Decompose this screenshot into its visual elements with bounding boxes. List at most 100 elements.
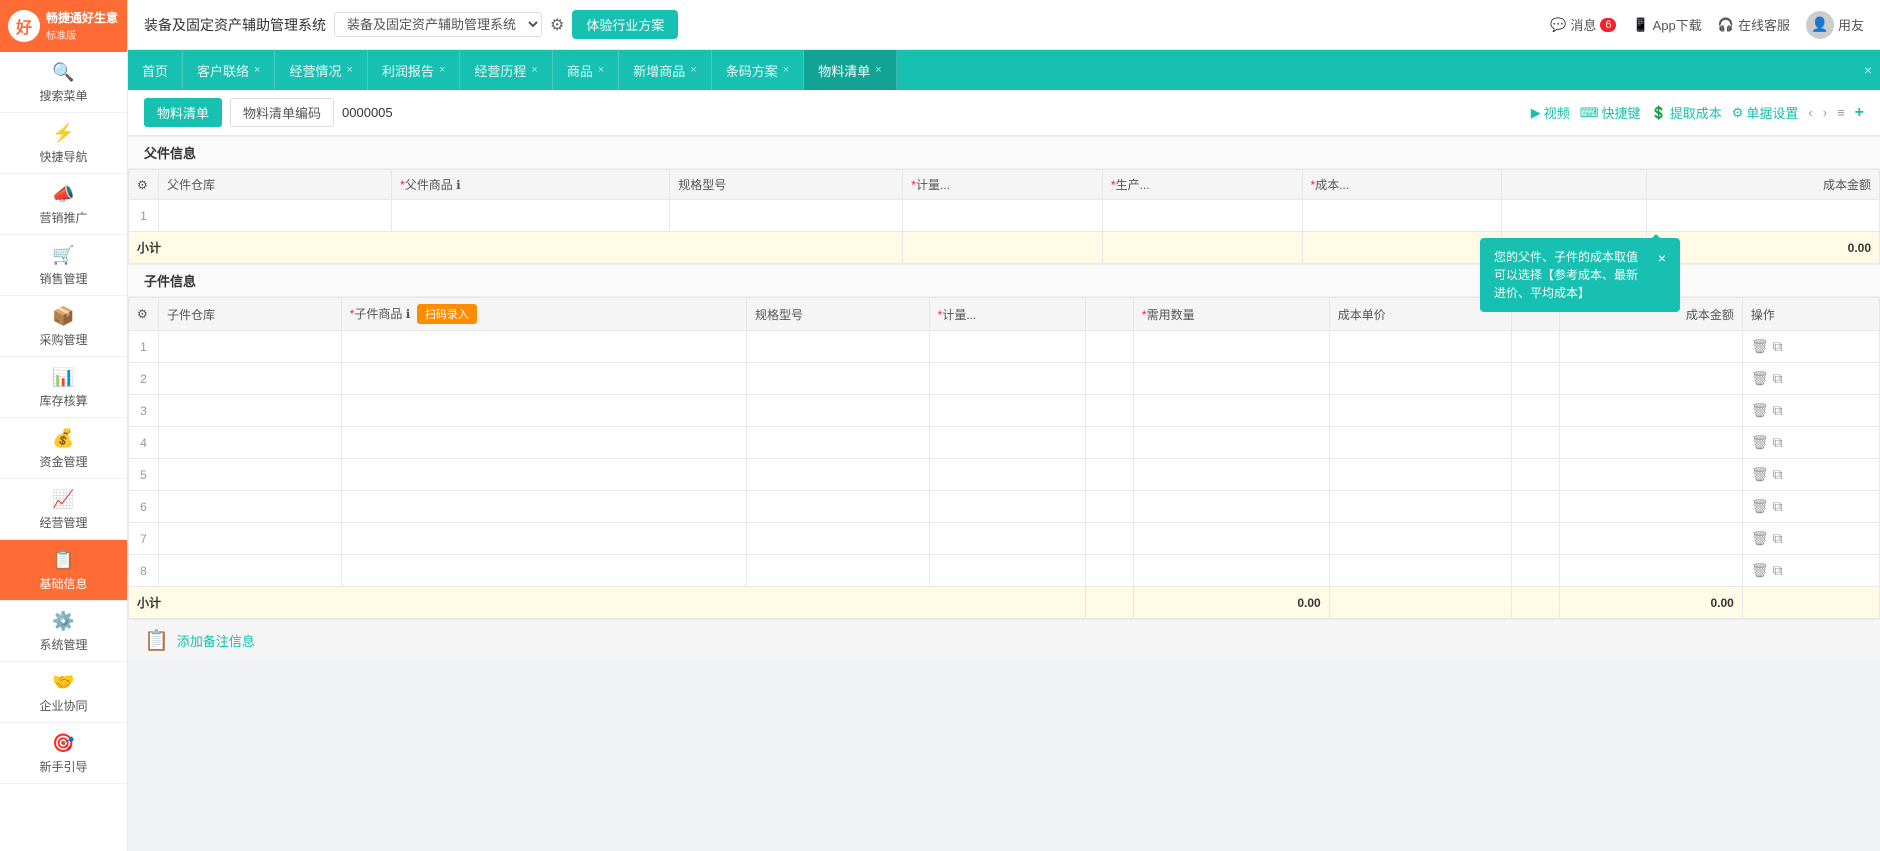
copy-icon-2[interactable]: ⧉	[1773, 370, 1783, 387]
child-warehouse-2[interactable]	[159, 363, 342, 395]
scan-input-btn[interactable]: 扫码录入	[417, 304, 477, 324]
child-qty-1[interactable]	[1133, 331, 1329, 363]
tab-products[interactable]: 商品 ×	[553, 50, 619, 90]
user-menu-btn[interactable]: 👤 用友	[1806, 11, 1864, 39]
view-btn[interactable]: ▶ 视频	[1531, 103, 1570, 122]
child-warehouse-1[interactable]	[159, 331, 342, 363]
tab-new-product[interactable]: 新增商品 ×	[619, 50, 711, 90]
tab-products-close[interactable]: ×	[598, 64, 604, 76]
child-product-1[interactable]	[341, 331, 746, 363]
topbar-left: 装备及固定资产辅助管理系统 装备及固定资产辅助管理系统 ⚙ 体验行业方案	[144, 10, 678, 39]
page-content: 物料清单 物料清单编码 0000005 ▶ 视频 ⌨ 快捷键 💲 提取成本 ⚙ …	[128, 90, 1880, 851]
tab-operations-close[interactable]: ×	[346, 64, 352, 76]
child-product-2[interactable]	[341, 363, 746, 395]
tab-barcode-close[interactable]: ×	[783, 64, 789, 76]
sidebar-item-guide[interactable]: 🎯 新手引导	[0, 723, 127, 784]
app-download-btn[interactable]: 📱 App下载	[1632, 15, 1701, 34]
delete-icon-1[interactable]: 🗑	[1751, 338, 1769, 355]
parent-unit-cell[interactable]	[903, 200, 1103, 232]
list-view-btn[interactable]: ≡	[1837, 105, 1845, 120]
sub-tab-bom[interactable]: 物料清单	[144, 98, 222, 127]
sidebar-item-marketing[interactable]: 📣 营销推广	[0, 174, 127, 235]
child-th-settings[interactable]: ⚙	[129, 298, 159, 331]
copy-icon-3[interactable]: ⧉	[1773, 402, 1783, 419]
child-spec-2[interactable]	[746, 363, 929, 395]
parent-th-spec: 规格型号	[670, 170, 903, 200]
sidebar-item-inventory[interactable]: 📊 库存核算	[0, 357, 127, 418]
tab-new-product-label: 新增商品	[633, 61, 685, 80]
sidebar-item-sales[interactable]: 🛒 销售管理	[0, 235, 127, 296]
delete-icon-4[interactable]: 🗑	[1751, 434, 1769, 451]
online-service-btn[interactable]: 🎧 在线客服	[1718, 15, 1790, 34]
settings-icon[interactable]: ⚙	[550, 15, 564, 35]
message-label: 消息	[1570, 15, 1596, 34]
next-btn[interactable]: ›	[1823, 105, 1827, 120]
tab-bom-close[interactable]: ×	[875, 64, 881, 76]
tab-bom[interactable]: 物料清单 ×	[804, 50, 896, 90]
tab-history[interactable]: 经营历程 ×	[460, 50, 552, 90]
tab-new-product-close[interactable]: ×	[690, 64, 696, 76]
tab-profit-close[interactable]: ×	[439, 64, 445, 76]
parent-spec-cell[interactable]	[670, 200, 903, 232]
delete-icon-2[interactable]: 🗑	[1751, 370, 1769, 387]
parent-cost-cell[interactable]	[1302, 200, 1502, 232]
delete-icon-5[interactable]: 🗑	[1751, 466, 1769, 483]
copy-icon-1[interactable]: ⧉	[1773, 338, 1783, 355]
close-all-btn[interactable]: ×	[1856, 62, 1880, 78]
message-btn[interactable]: 💬 消息 6	[1550, 15, 1616, 34]
sidebar-item-search[interactable]: 🔍 搜索菜单	[0, 52, 127, 113]
sidebar-item-label: 销售管理	[39, 270, 87, 287]
system-selector[interactable]: 装备及固定资产辅助管理系统	[334, 12, 542, 37]
notes-icon: 📋	[144, 628, 169, 653]
shortcut-btn[interactable]: ⌨ 快捷键	[1580, 103, 1641, 122]
child-unit-cost-2[interactable]	[1329, 363, 1512, 395]
tooltip-close-btn[interactable]: ×	[1658, 248, 1666, 269]
child-subtotal-label: 小计	[129, 587, 1086, 619]
child-unit-2[interactable]	[929, 363, 1085, 395]
tab-home[interactable]: 首页	[128, 50, 183, 90]
delete-icon-3[interactable]: 🗑	[1751, 402, 1769, 419]
page-footer[interactable]: 📋 添加备注信息	[128, 619, 1880, 661]
tab-operations[interactable]: 经营情况 ×	[275, 50, 367, 90]
parent-production-cell[interactable]	[1102, 200, 1302, 232]
copy-icon-8[interactable]: ⧉	[1773, 562, 1783, 579]
sidebar-item-purchase[interactable]: 📦 采购管理	[0, 296, 127, 357]
child-unit-cost-1[interactable]	[1329, 331, 1512, 363]
parent-subtotal-mid1	[1102, 232, 1302, 264]
doc-settings-btn[interactable]: ⚙ 单据设置	[1732, 103, 1799, 122]
child-unit-1[interactable]	[929, 331, 1085, 363]
prev-btn[interactable]: ‹	[1808, 105, 1812, 120]
delete-icon-7[interactable]: 🗑	[1751, 530, 1769, 547]
extract-cost-btn[interactable]: 💲 提取成本	[1651, 103, 1722, 122]
child-row-2: 2 🗑	[129, 363, 1880, 395]
delete-icon-6[interactable]: 🗑	[1751, 498, 1769, 515]
parent-product-cell[interactable]	[392, 200, 670, 232]
tab-barcode[interactable]: 条码方案 ×	[712, 50, 804, 90]
tab-customers-label: 客户联络	[197, 61, 249, 80]
child-th-product: *子件商品 ℹ 扫码录入	[341, 298, 746, 331]
sidebar-item-collab[interactable]: 🤝 企业协同	[0, 662, 127, 723]
sidebar-item-basic[interactable]: 📋 基础信息	[0, 540, 127, 601]
delete-icon-8[interactable]: 🗑	[1751, 562, 1769, 579]
copy-icon-5[interactable]: ⧉	[1773, 466, 1783, 483]
sidebar-item-operation[interactable]: 📈 经营管理	[0, 479, 127, 540]
parent-th-settings[interactable]: ⚙	[129, 170, 159, 200]
sub-tab-bom-code[interactable]: 物料清单编码	[230, 98, 334, 127]
sidebar-item-finance[interactable]: 💰 资金管理	[0, 418, 127, 479]
child-subtotal-cost: 0.00	[1560, 587, 1743, 619]
trial-button[interactable]: 体验行业方案	[572, 10, 678, 39]
tab-history-close[interactable]: ×	[531, 64, 537, 76]
sidebar-item-quicknav[interactable]: ⚡ 快捷导航	[0, 113, 127, 174]
copy-icon-7[interactable]: ⧉	[1773, 530, 1783, 547]
child-qty-2[interactable]	[1133, 363, 1329, 395]
add-btn[interactable]: +	[1855, 104, 1864, 122]
parent-warehouse-cell[interactable]	[159, 200, 392, 232]
copy-icon-6[interactable]: ⧉	[1773, 498, 1783, 515]
sidebar-item-label: 基础信息	[39, 575, 87, 592]
tab-customers-close[interactable]: ×	[254, 64, 260, 76]
tab-customers[interactable]: 客户联络 ×	[183, 50, 275, 90]
sidebar-item-system[interactable]: ⚙️ 系统管理	[0, 601, 127, 662]
copy-icon-4[interactable]: ⧉	[1773, 434, 1783, 451]
tab-profit[interactable]: 利润报告 ×	[368, 50, 460, 90]
child-spec-1[interactable]	[746, 331, 929, 363]
